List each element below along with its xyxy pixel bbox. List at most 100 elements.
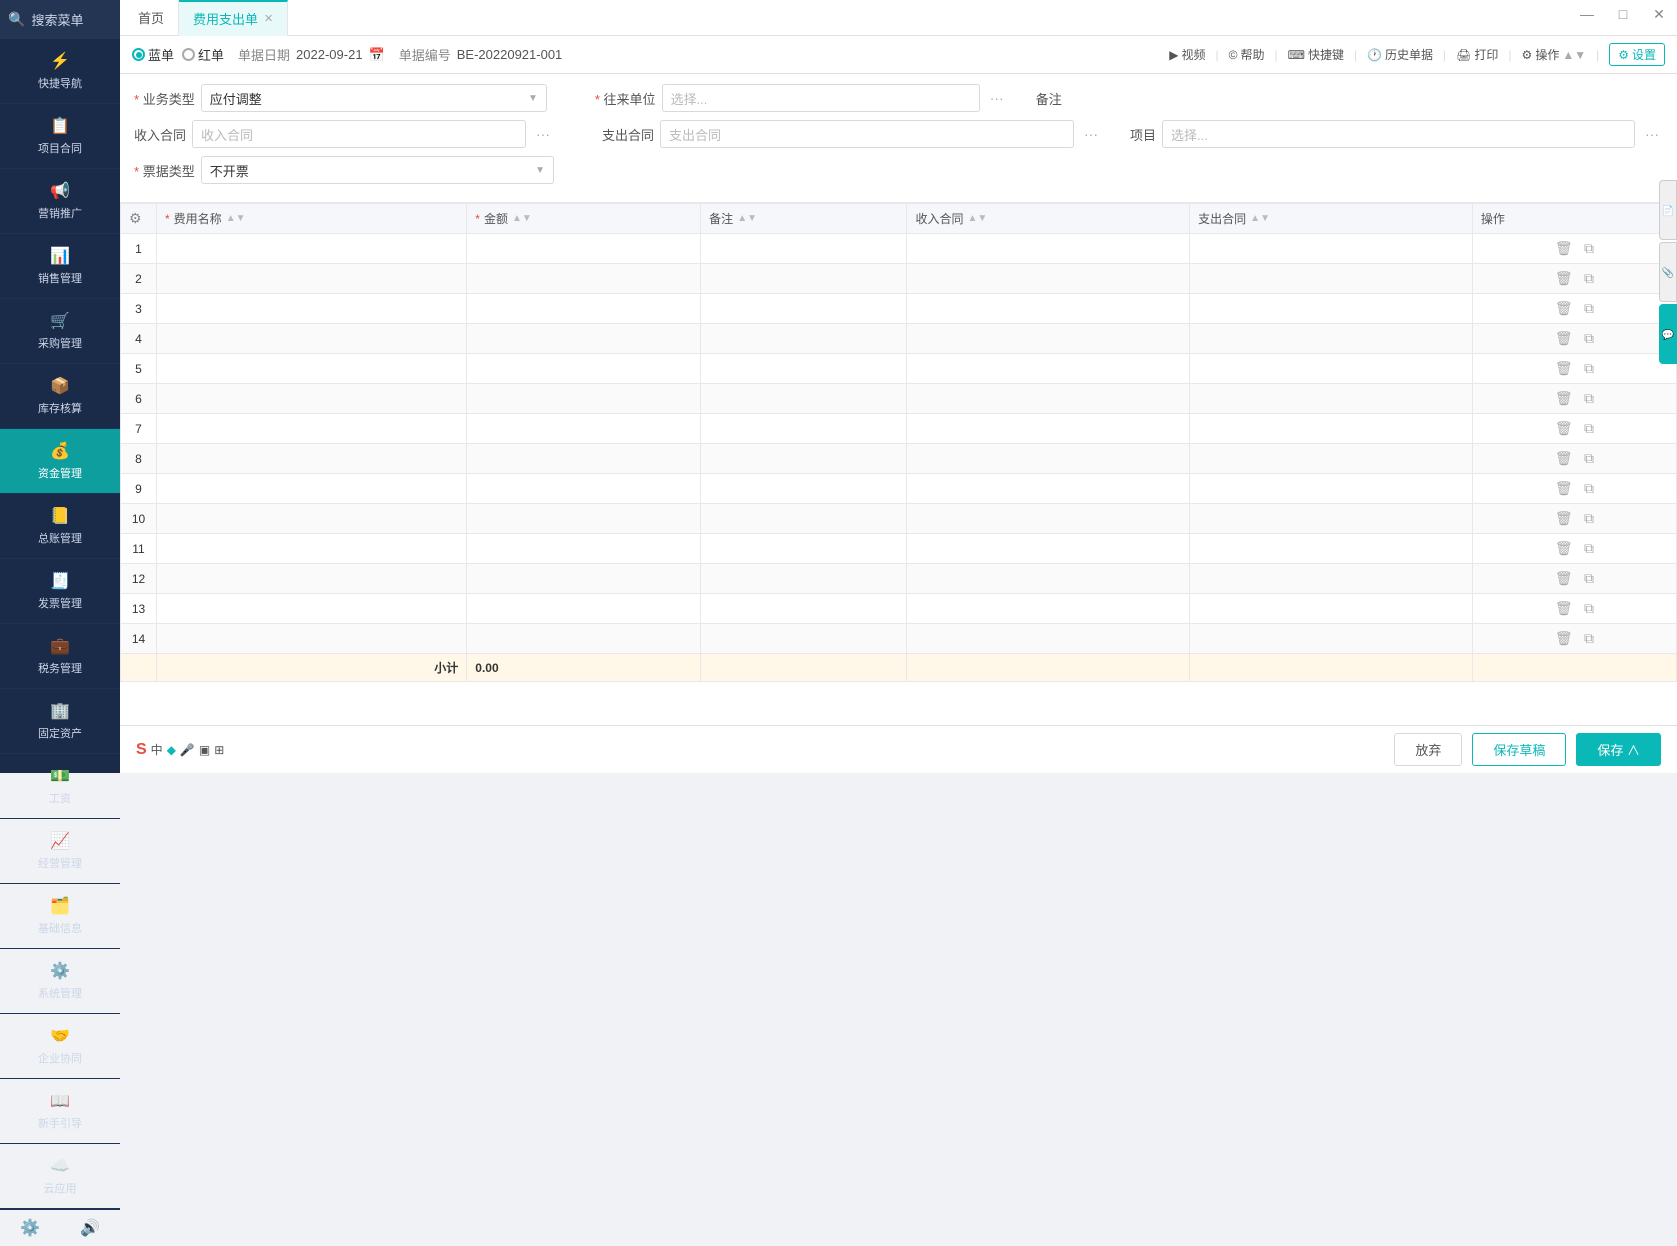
delete-row-button[interactable]: 🗑 [1551,388,1577,409]
sidebar-item-system[interactable]: ⚙️ 系统管理 [0,949,120,1014]
delete-row-button[interactable]: 🗑 [1551,568,1577,589]
copy-row-button[interactable]: ⧉ [1580,418,1598,439]
cell-income-contract[interactable] [907,234,1190,264]
sidebar-item-quicknav[interactable]: ⚡ 快捷导航 [0,39,120,104]
sort-icon-note[interactable]: ▲▼ [737,214,757,224]
copy-row-button[interactable]: ⧉ [1580,358,1598,379]
cell-name[interactable] [157,564,467,594]
expense-contract-input[interactable]: 支出合同 [660,120,1074,148]
sort-icon-name[interactable]: ▲▼ [226,214,246,224]
copy-row-button[interactable]: ⧉ [1580,478,1598,499]
cell-name[interactable] [157,324,467,354]
cell-income-contract[interactable] [907,324,1190,354]
income-contract-input[interactable]: 收入合同 [192,120,526,148]
cell-income-contract[interactable] [907,354,1190,384]
cell-note[interactable] [701,324,907,354]
cell-amount[interactable] [467,294,701,324]
radio-red[interactable]: 红单 [182,45,224,64]
copy-row-button[interactable]: ⧉ [1580,328,1598,349]
cell-income-contract[interactable] [907,624,1190,654]
project-more[interactable]: ··· [1641,126,1663,142]
cell-expense-contract[interactable] [1190,324,1473,354]
cell-expense-contract[interactable] [1190,564,1473,594]
abandon-button[interactable]: 放弃 [1394,733,1462,766]
cell-note[interactable] [701,414,907,444]
cell-expense-contract[interactable] [1190,414,1473,444]
cell-amount[interactable] [467,444,701,474]
delete-row-button[interactable]: 🗑 [1551,598,1577,619]
sidebar-search[interactable]: 🔍 搜索菜单 [0,0,120,39]
copy-row-button[interactable]: ⧉ [1580,448,1598,469]
radio-blue[interactable]: 蓝单 [132,45,174,64]
income-contract-more[interactable]: ··· [532,126,554,142]
delete-row-button[interactable]: 🗑 [1551,358,1577,379]
th-settings[interactable]: ⚙ [121,204,157,234]
delete-row-button[interactable]: 🗑 [1551,268,1577,289]
cell-amount[interactable] [467,624,701,654]
save-draft-button[interactable]: 保存草稿 [1472,733,1566,766]
cell-name[interactable] [157,354,467,384]
sidebar-item-cloud[interactable]: ☁️ 云应用 [0,1144,120,1209]
delete-row-button[interactable]: 🗑 [1551,448,1577,469]
cell-expense-contract[interactable] [1190,384,1473,414]
cell-expense-contract[interactable] [1190,594,1473,624]
sidebar-item-inventory[interactable]: 📦 库存核算 [0,364,120,429]
cell-note[interactable] [701,624,907,654]
sidebar-item-basic[interactable]: 🗂️ 基础信息 [0,884,120,949]
cell-name[interactable] [157,444,467,474]
cell-amount[interactable] [467,504,701,534]
edge-tab-attach[interactable]: 📎 [1659,242,1677,302]
date-value[interactable]: 2022-09-21 [296,47,363,62]
delete-row-button[interactable]: 🗑 [1551,508,1577,529]
cell-note[interactable] [701,444,907,474]
cell-expense-contract[interactable] [1190,354,1473,384]
cell-income-contract[interactable] [907,384,1190,414]
delete-row-button[interactable]: 🗑 [1551,298,1577,319]
ops-button[interactable]: ⚙ 操作 ▲▼ [1522,46,1587,63]
cell-name[interactable] [157,264,467,294]
cell-income-contract[interactable] [907,474,1190,504]
cell-note[interactable] [701,564,907,594]
cell-name[interactable] [157,594,467,624]
tab-home[interactable]: 首页 [124,0,179,36]
save-button[interactable]: 保存 ∧ [1576,733,1661,766]
cell-expense-contract[interactable] [1190,504,1473,534]
sort-icon-amount[interactable]: ▲▼ [512,214,532,224]
cell-income-contract[interactable] [907,264,1190,294]
cell-name[interactable] [157,624,467,654]
cell-amount[interactable] [467,414,701,444]
sidebar-item-newbie[interactable]: 📖 新手引导 [0,1079,120,1144]
sidebar-item-funds[interactable]: 💰 资金管理 [0,429,120,494]
edge-tab-comment[interactable]: 💬 [1659,304,1677,364]
cell-note[interactable] [701,534,907,564]
cell-note[interactable] [701,234,907,264]
copy-row-button[interactable]: ⧉ [1580,538,1598,559]
cell-expense-contract[interactable] [1190,234,1473,264]
print-button[interactable]: 🖨 打印 [1456,46,1498,63]
close-button[interactable]: ✕ [1641,0,1677,28]
table-settings-icon[interactable]: ⚙ [129,210,142,226]
delete-row-button[interactable]: 🗑 [1551,328,1577,349]
tab-close-icon[interactable]: ✕ [264,12,273,25]
cell-name[interactable] [157,414,467,444]
help-button[interactable]: © 帮助 [1229,46,1265,63]
cell-expense-contract[interactable] [1190,264,1473,294]
delete-row-button[interactable]: 🗑 [1551,538,1577,559]
sidebar-item-project[interactable]: 📋 项目合同 [0,104,120,169]
cell-expense-contract[interactable] [1190,534,1473,564]
cell-income-contract[interactable] [907,534,1190,564]
delete-row-button[interactable]: 🗑 [1551,628,1577,649]
cell-expense-contract[interactable] [1190,624,1473,654]
sort-icon-income[interactable]: ▲▼ [967,214,987,224]
cell-note[interactable] [701,594,907,624]
delete-row-button[interactable]: 🗑 [1551,478,1577,499]
audio-button[interactable]: 🔊 [80,1218,100,1238]
sidebar-item-marketing[interactable]: 📢 营销推广 [0,169,120,234]
sidebar-item-purchase[interactable]: 🛒 采购管理 [0,299,120,364]
cell-income-contract[interactable] [907,564,1190,594]
cell-income-contract[interactable] [907,594,1190,624]
copy-row-button[interactable]: ⧉ [1580,628,1598,649]
tab-expense[interactable]: 费用支出单 ✕ [179,0,288,36]
sidebar-item-mgmt[interactable]: 📈 经营管理 [0,819,120,884]
cell-name[interactable] [157,384,467,414]
